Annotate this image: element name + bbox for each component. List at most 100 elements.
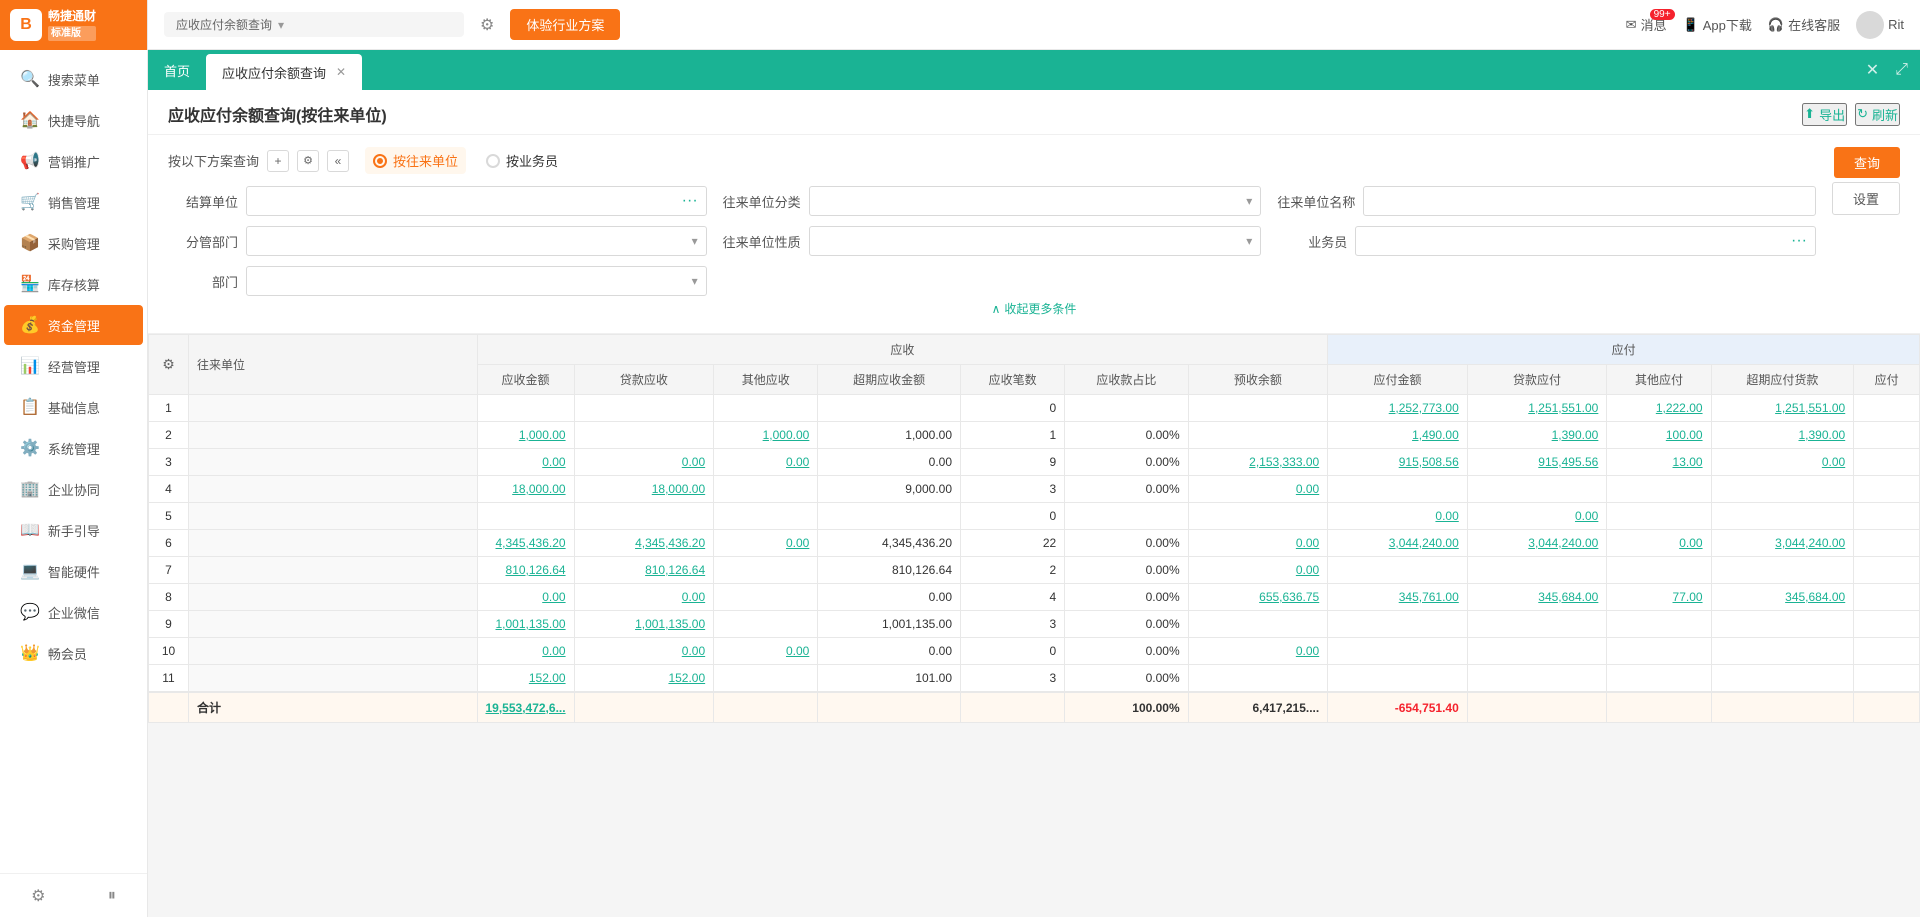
collapse-btn[interactable]: ∧ 收起更多条件 (992, 300, 1077, 317)
logo-name: 畅捷通财 (48, 9, 96, 25)
row-ar-ratio: 0.00% (1065, 557, 1188, 584)
row-ap-tail (1854, 422, 1920, 449)
partner-cat-input[interactable]: ▾ (809, 186, 1262, 216)
sidebar-item-finance[interactable]: 💰 资金管理 (4, 305, 143, 345)
row-ar-other: 0.00 (714, 530, 818, 557)
tab-expand-icon[interactable]: ⤢ (1891, 57, 1912, 83)
refresh-button[interactable]: ↻ 刷新 (1855, 103, 1900, 126)
sidebar-item-marketing[interactable]: 📢 营销推广 (4, 141, 143, 181)
scheme-settings-btn[interactable]: ⚙ (297, 150, 319, 172)
row-ar-overdue: 4,345,436.20 (818, 530, 961, 557)
footer-ar-total: 19,553,472,6... (477, 692, 574, 723)
header-gear-icon[interactable]: ⚙ (476, 11, 498, 39)
sidebar-item-enterprise[interactable]: 🏢 企业协同 (4, 469, 143, 509)
row-ap-overdue: 0.00 (1711, 449, 1854, 476)
row-ar-other (714, 584, 818, 611)
row-ap-overdue: 1,390.00 (1711, 422, 1854, 449)
sidebar-item-purchase[interactable]: 📦 采购管理 (4, 223, 143, 263)
dept-label: 分管部门 (168, 232, 238, 251)
sidebar-label-finance: 资金管理 (48, 316, 100, 335)
user-menu[interactable]: Rit (1856, 11, 1904, 39)
filter-row-partner-nature: 往来单位性质 ▾ (723, 226, 1262, 256)
sidebar-item-wechat[interactable]: 💬 企业微信 (4, 592, 143, 632)
sidebar-item-operations[interactable]: 📊 经营管理 (4, 346, 143, 386)
sidebar-item-system[interactable]: ⚙️ 系统管理 (4, 428, 143, 468)
row-ar-other: 0.00 (714, 638, 818, 665)
row-ar-amt: 152.00 (477, 665, 574, 693)
sidebar-item-member[interactable]: 👑 畅会员 (4, 633, 143, 673)
partner-name-input[interactable] (1363, 186, 1816, 216)
tab-bar: 首页 应收应付余额查询 ✕ ✕ ⤢ (148, 50, 1920, 90)
row-idx: 5 (149, 503, 189, 530)
tab-arbalance[interactable]: 应收应付余额查询 ✕ (206, 54, 362, 90)
sidebar-label-search: 搜索菜单 (48, 70, 100, 89)
col-ar-overdue: 超期应收金额 (818, 365, 961, 395)
dept-input[interactable]: ▾ (246, 226, 707, 256)
row-ap-other (1607, 611, 1711, 638)
tab-home[interactable]: 首页 (148, 50, 206, 90)
filter-rows: 结算单位 ··· 往来单位分类 ▾ (168, 186, 1816, 296)
system-icon: ⚙️ (20, 438, 40, 458)
setting-button[interactable]: 设置 (1832, 182, 1900, 215)
salesperson-input[interactable]: ··· (1355, 226, 1816, 256)
message-button[interactable]: ✉ 消息 99+ (1626, 15, 1667, 34)
app-download-button[interactable]: 📱 App下载 (1683, 15, 1752, 34)
table-row: 6 4,345,436.20 4,345,436.20 0.00 4,345,4… (149, 530, 1920, 557)
row-ap-overdue (1711, 611, 1854, 638)
row-ar-prepay (1188, 503, 1328, 530)
sidebar-item-quick[interactable]: 🏠 快捷导航 (4, 100, 143, 140)
settlement-input[interactable]: ··· (246, 186, 707, 216)
row-idx: 9 (149, 611, 189, 638)
query-button[interactable]: 查询 (1834, 147, 1900, 178)
sidebar-label-quick: 快捷导航 (48, 111, 100, 130)
row-ar-other (714, 557, 818, 584)
row-ap-other: 100.00 (1607, 422, 1711, 449)
sidebar-item-hardware[interactable]: 💻 智能硬件 (4, 551, 143, 591)
tab-close-icon[interactable]: ✕ (336, 65, 346, 79)
add-scheme-btn[interactable]: + (267, 150, 289, 172)
page-title: 应收应付余额查询(按往来单位) (168, 102, 387, 126)
row-ap-other (1607, 503, 1711, 530)
finance-icon: 💰 (20, 315, 40, 335)
online-service-button[interactable]: 🎧 在线客服 (1768, 15, 1840, 34)
partner-nature-input[interactable]: ▾ (809, 226, 1262, 256)
col-ap-amt: 应付金额 (1328, 365, 1468, 395)
promo-button[interactable]: 体验行业方案 (510, 9, 620, 40)
sidebar-label-sales: 销售管理 (48, 193, 100, 212)
partner-nature-label: 往来单位性质 (723, 232, 801, 251)
sidebar-settings-btn[interactable]: ⚙ (23, 882, 53, 910)
filter-row-subdept: 部门 ▾ (168, 266, 707, 296)
row-ap-tail (1854, 584, 1920, 611)
row-ar-ratio (1065, 503, 1188, 530)
sidebar-label-wechat: 企业微信 (48, 603, 100, 622)
table-gear-header[interactable]: ⚙ (149, 335, 189, 395)
sidebar-item-basic[interactable]: 📋 基础信息 (4, 387, 143, 427)
row-ap-amt (1328, 665, 1468, 693)
scheme-option-salesperson[interactable]: 按业务员 (478, 147, 566, 174)
sidebar-item-guide[interactable]: 📖 新手引导 (4, 510, 143, 550)
scheme-back-btn[interactable]: « (327, 150, 349, 172)
row-ar-prepay (1188, 665, 1328, 693)
row-ap-other (1607, 557, 1711, 584)
row-ap-tail (1854, 665, 1920, 693)
sidebar-item-sales[interactable]: 🛒 销售管理 (4, 182, 143, 222)
row-ar-amt: 4,345,436.20 (477, 530, 574, 557)
scheme-option-partner[interactable]: 按往来单位 (365, 147, 466, 174)
row-ar-amt: 1,000.00 (477, 422, 574, 449)
header-right: ✉ 消息 99+ 📱 App下载 🎧 在线客服 Rit (1626, 11, 1904, 39)
row-idx: 3 (149, 449, 189, 476)
sidebar-item-inventory[interactable]: 🏪 库存核算 (4, 264, 143, 304)
row-ar-amt: 1,001,135.00 (477, 611, 574, 638)
sidebar-collapse-btn[interactable]: ⏸ (100, 883, 124, 909)
row-ap-other: 1,222.00 (1607, 395, 1711, 422)
subdept-input[interactable]: ▾ (246, 266, 707, 296)
row-partner (189, 665, 478, 693)
row-ar-overdue: 9,000.00 (818, 476, 961, 503)
row-ap-other (1607, 476, 1711, 503)
sidebar-item-search[interactable]: 🔍 搜索菜单 (4, 59, 143, 99)
row-ar-ratio: 0.00% (1065, 449, 1188, 476)
tab-close-all-icon[interactable]: ✕ (1862, 56, 1883, 84)
row-ap-overdue: 1,251,551.00 (1711, 395, 1854, 422)
export-button[interactable]: ⬆ 导出 (1802, 103, 1847, 126)
footer-ar-overdue (818, 692, 961, 723)
